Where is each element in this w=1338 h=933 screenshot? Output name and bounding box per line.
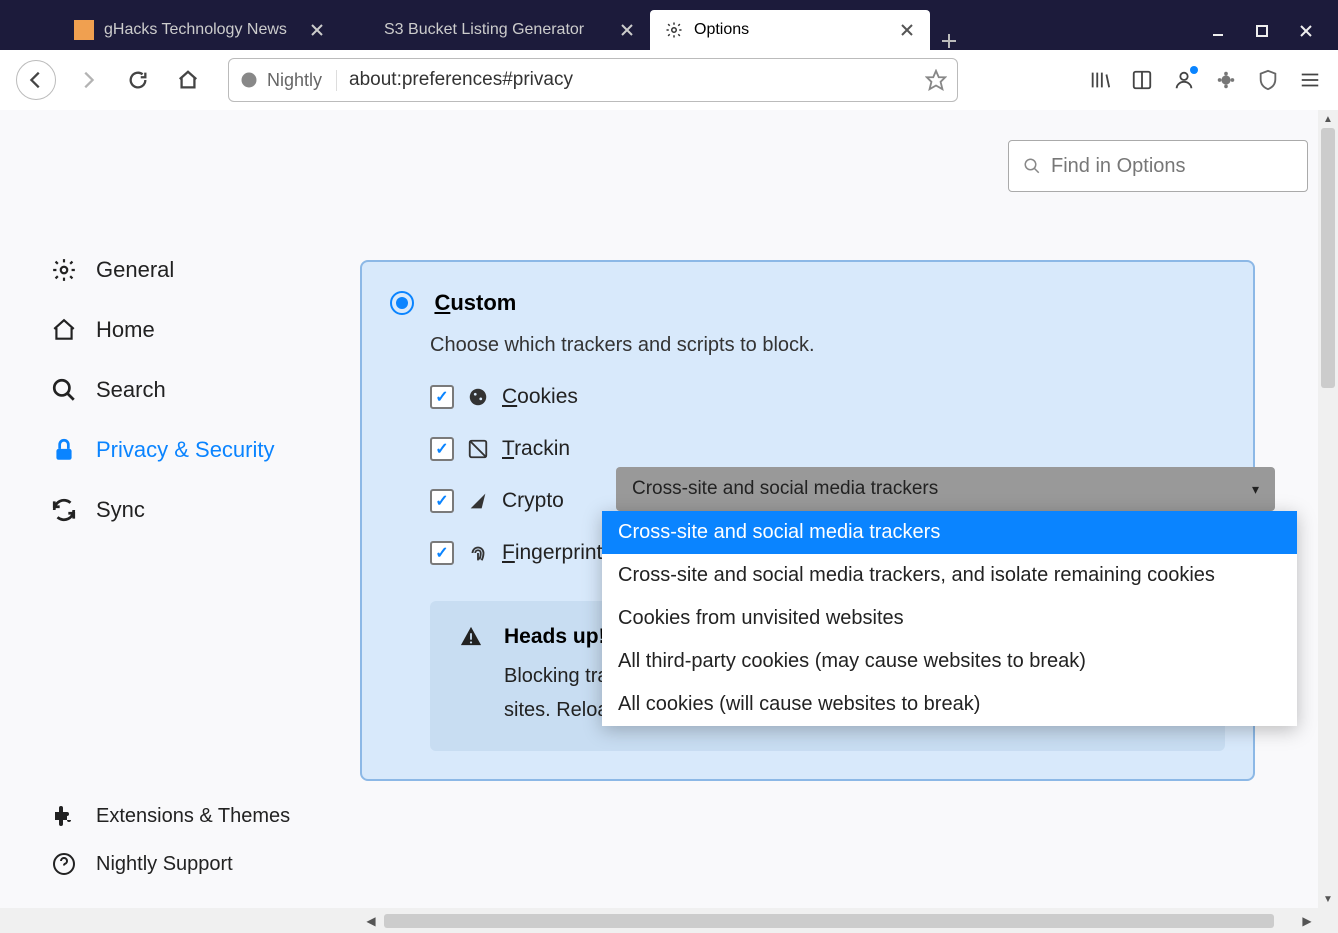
tracking-label: Trackin <box>502 437 570 461</box>
cookies-dropdown-select[interactable]: Cross-site and social media trackers ▾ <box>616 467 1275 511</box>
identity-label: Nightly <box>267 70 322 91</box>
tab-options[interactable]: Options <box>650 10 930 50</box>
gear-icon <box>664 20 684 40</box>
maximize-button[interactable] <box>1255 24 1269 38</box>
scroll-right-arrow-icon[interactable]: ▶ <box>1296 914 1318 928</box>
home-button[interactable] <box>170 62 206 98</box>
lock-icon <box>50 436 78 464</box>
account-icon[interactable] <box>1172 68 1196 92</box>
library-icon[interactable] <box>1088 68 1112 92</box>
sidebar-item-label: General <box>96 257 174 283</box>
fingerprinters-checkbox[interactable]: ✓ <box>430 541 454 565</box>
scroll-down-arrow-icon[interactable]: ▼ <box>1318 890 1338 908</box>
navbar: Nightly <box>0 50 1338 110</box>
fingerprint-icon <box>466 541 490 565</box>
reader-icon[interactable] <box>1130 68 1154 92</box>
find-placeholder: Find in Options <box>1051 155 1186 178</box>
minimize-button[interactable] <box>1211 24 1225 38</box>
custom-description: Choose which trackers and scripts to blo… <box>430 334 1225 357</box>
favicon-placeholder-icon <box>354 20 374 40</box>
close-icon[interactable] <box>618 21 636 39</box>
toolbar-icons <box>1088 68 1322 92</box>
dropdown-option[interactable]: Cross-site and social media trackers <box>602 511 1297 554</box>
scroll-left-arrow-icon[interactable]: ◀ <box>360 914 382 928</box>
warning-icon <box>460 625 482 727</box>
sidebar-footer-label: Nightly Support <box>96 853 233 876</box>
close-icon[interactable] <box>308 21 326 39</box>
crypto-label: Crypto <box>502 489 564 513</box>
sidebar-item-label: Home <box>96 317 155 343</box>
tracking-checkbox[interactable]: ✓ <box>430 437 454 461</box>
sidebar-item-home[interactable]: Home <box>30 300 360 360</box>
dropdown-option[interactable]: Cross-site and social media trackers, an… <box>602 554 1297 597</box>
search-icon <box>1023 157 1041 175</box>
sidebar-item-label: Privacy & Security <box>96 437 275 463</box>
cookies-icon <box>466 385 490 409</box>
browser-tabstrip: gHacks Technology News S3 Bucket Listing… <box>0 0 1338 50</box>
tab-label: S3 Bucket Listing Generator <box>384 21 584 39</box>
scroll-thumb[interactable] <box>1321 128 1335 388</box>
crypto-checkbox[interactable]: ✓ <box>430 489 454 513</box>
close-icon[interactable] <box>898 21 916 39</box>
tab-s3[interactable]: S3 Bucket Listing Generator <box>340 10 650 50</box>
tab-label: Options <box>694 21 749 39</box>
dropdown-option[interactable]: Cookies from unvisited websites <box>602 597 1297 640</box>
dropdown-selected-value: Cross-site and social media trackers <box>632 478 938 500</box>
content-area: General Home Search Privacy & Security S… <box>0 110 1338 908</box>
cookies-checkbox[interactable]: ✓ <box>430 385 454 409</box>
help-icon <box>50 850 78 878</box>
forward-button <box>70 62 106 98</box>
menu-icon[interactable] <box>1298 68 1322 92</box>
reload-button[interactable] <box>120 62 156 98</box>
search-icon <box>50 376 78 404</box>
cookies-label: Cookies <box>502 385 578 409</box>
custom-label: CCustomustom <box>434 290 516 315</box>
url-input[interactable] <box>337 69 925 91</box>
tab-label: gHacks Technology News <box>104 21 287 39</box>
cookies-row: ✓ Cookies <box>430 385 1225 409</box>
custom-radio[interactable] <box>390 291 414 315</box>
extension-icon[interactable] <box>1214 68 1238 92</box>
sync-icon <box>50 496 78 524</box>
shield-icon[interactable] <box>1256 68 1280 92</box>
chevron-down-icon: ▾ <box>1252 481 1259 498</box>
sidebar-item-general[interactable]: General <box>30 240 360 300</box>
puzzle-icon <box>50 802 78 830</box>
url-bar[interactable]: Nightly <box>228 58 958 102</box>
tracking-icon <box>466 437 490 461</box>
window-controls <box>1211 24 1338 50</box>
sidebar-item-sync[interactable]: Sync <box>30 480 360 540</box>
back-button[interactable] <box>16 60 56 100</box>
prefs-sidebar: General Home Search Privacy & Security S… <box>0 110 360 908</box>
sidebar-item-label: Search <box>96 377 166 403</box>
identity-box[interactable]: Nightly <box>239 70 337 91</box>
sidebar-item-label: Sync <box>96 497 145 523</box>
firefox-icon <box>239 70 259 90</box>
crypto-icon <box>466 489 490 513</box>
sidebar-extensions[interactable]: Extensions & Themes <box>30 792 360 840</box>
scroll-thumb[interactable] <box>384 914 1274 928</box>
cookies-dropdown-list: Cross-site and social media trackers Cro… <box>602 511 1297 726</box>
favicon-ghacks-icon <box>74 20 94 40</box>
scroll-up-arrow-icon[interactable]: ▲ <box>1318 110 1338 128</box>
sidebar-footer-label: Extensions & Themes <box>96 805 290 828</box>
dropdown-option[interactable]: All cookies (will cause websites to brea… <box>602 683 1297 726</box>
home-icon <box>50 316 78 344</box>
sidebar-item-privacy[interactable]: Privacy & Security <box>30 420 360 480</box>
close-window-button[interactable] <box>1299 24 1313 38</box>
new-tab-button[interactable] <box>930 32 968 50</box>
sidebar-support[interactable]: Nightly Support <box>30 840 360 888</box>
sidebar-item-search[interactable]: Search <box>30 360 360 420</box>
tab-ghacks[interactable]: gHacks Technology News <box>60 10 340 50</box>
tracking-row: ✓ Trackin <box>430 437 1225 461</box>
gear-icon <box>50 256 78 284</box>
vertical-scrollbar[interactable]: ▲ ▼ <box>1318 110 1338 908</box>
bookmark-star-icon[interactable] <box>925 69 947 91</box>
horizontal-scrollbar[interactable]: ◀ ▶ <box>0 908 1338 933</box>
dropdown-option[interactable]: All third-party cookies (may cause websi… <box>602 640 1297 683</box>
find-in-options-input[interactable]: Find in Options <box>1008 140 1308 192</box>
